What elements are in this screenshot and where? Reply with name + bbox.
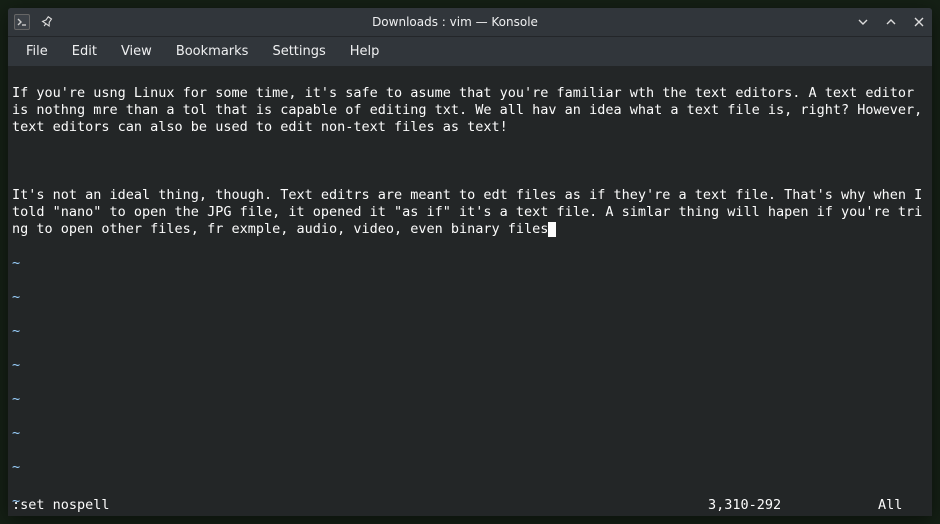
menubar: File Edit View Bookmarks Settings Help	[8, 36, 932, 66]
cursor	[548, 222, 556, 237]
paragraph-2-text: It's not an ideal thing, though. Text ed…	[12, 187, 930, 237]
blank-line	[12, 153, 928, 170]
konsole-window: Downloads : vim — Konsole File Edit View…	[8, 8, 932, 516]
menu-help[interactable]: Help	[340, 40, 390, 63]
maximize-icon[interactable]	[884, 15, 898, 29]
close-icon[interactable]	[912, 15, 926, 29]
vim-tilde: ~	[12, 425, 928, 442]
menu-bookmarks[interactable]: Bookmarks	[166, 40, 259, 63]
titlebar[interactable]: Downloads : vim — Konsole	[8, 8, 932, 36]
menu-file[interactable]: File	[16, 40, 58, 63]
menu-view[interactable]: View	[111, 40, 162, 63]
vim-scroll-percent: All	[878, 497, 928, 514]
minimize-icon[interactable]	[856, 15, 870, 29]
pin-icon[interactable]	[40, 15, 54, 29]
vim-tilde: ~	[12, 255, 928, 272]
vim-command: :set nospell	[12, 497, 110, 514]
titlebar-left	[14, 14, 54, 30]
app-icon	[14, 14, 30, 30]
text-paragraph-2: It's not an ideal thing, though. Text ed…	[12, 187, 928, 238]
vim-tilde: ~	[12, 391, 928, 408]
vim-tilde: ~	[12, 459, 928, 476]
vim-tilde: ~	[12, 323, 928, 340]
titlebar-right	[856, 15, 926, 29]
vim-tilde: ~	[12, 357, 928, 374]
menu-settings[interactable]: Settings	[262, 40, 335, 63]
vim-cursor-position: 3,310-292	[708, 497, 878, 514]
vim-status-line: :set nospell 3,310-292 All	[12, 497, 928, 514]
menu-edit[interactable]: Edit	[62, 40, 107, 63]
window-title: Downloads : vim — Konsole	[54, 15, 856, 29]
text-paragraph-1: If you're usng Linux for some time, it's…	[12, 85, 928, 136]
terminal-viewport[interactable]: If you're usng Linux for some time, it's…	[8, 66, 932, 516]
vim-tilde: ~	[12, 289, 928, 306]
